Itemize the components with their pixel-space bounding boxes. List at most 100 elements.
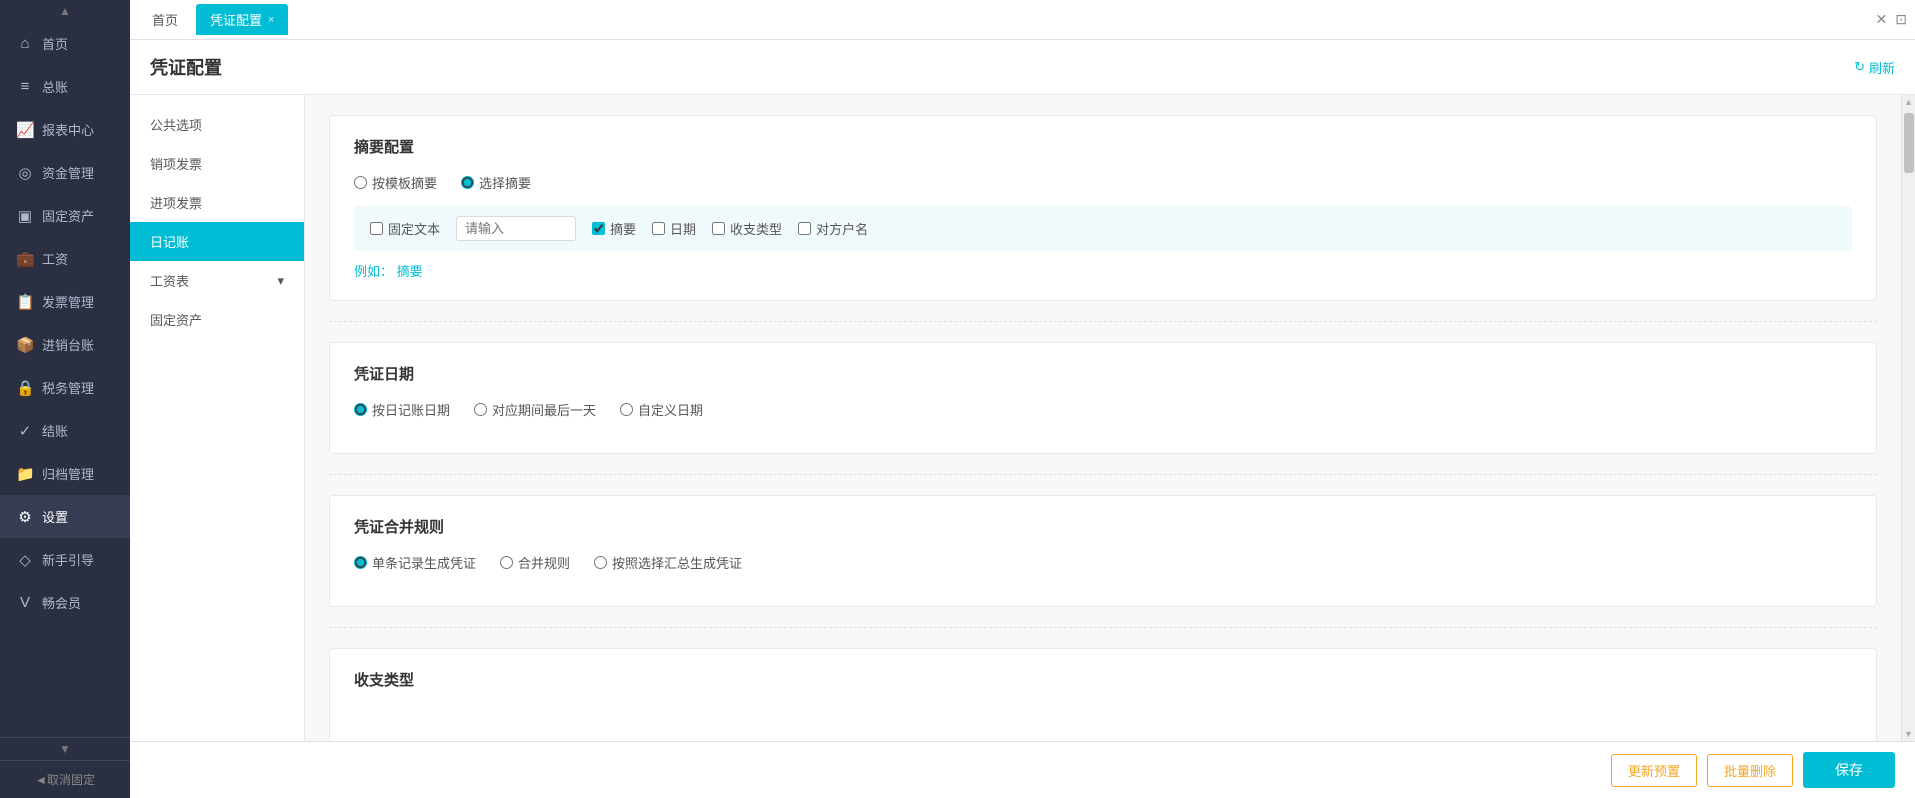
page-header: 凭证配置 ↻ 刷新: [130, 40, 1915, 95]
checkbox-income-type[interactable]: 收支类型: [712, 219, 782, 238]
checkbox-date-input[interactable]: [652, 222, 665, 235]
sidebar-item-purchase-sale[interactable]: 📦 进销台账: [0, 323, 130, 366]
sidebar-item-home[interactable]: ⌂ 首页: [0, 22, 130, 65]
sidebar-bottom: ▼ ◄ 取消固定: [0, 737, 130, 798]
ledger-icon: ≡: [16, 78, 34, 95]
window-restore-btn[interactable]: ⊡: [1895, 11, 1907, 28]
nav-item-purchase-invoice[interactable]: 进项发票: [130, 183, 304, 222]
guide-icon: ◇: [16, 551, 34, 569]
tax-icon: 🔒: [16, 379, 34, 397]
summary-radio-group: 按模板摘要 选择摘要: [354, 173, 1852, 192]
radio-journal-date[interactable]: 按日记账日期: [354, 400, 450, 419]
radio-last-day[interactable]: 对应期间最后一天: [474, 400, 596, 419]
scroll-down-arrow[interactable]: ▼: [1902, 727, 1915, 741]
batch-delete-btn[interactable]: 批量删除: [1707, 754, 1793, 787]
divider-2: [329, 474, 1877, 475]
sidebar-scroll-up[interactable]: ▲: [0, 0, 130, 22]
radio-template[interactable]: 按模板摘要: [354, 173, 437, 192]
tab-actions: ✕ ⊡: [1876, 11, 1907, 28]
checkbox-counterpart[interactable]: 对方户名: [798, 219, 868, 238]
checkbox-income-type-input[interactable]: [712, 222, 725, 235]
sidebar-scroll-down[interactable]: ▼: [0, 738, 130, 760]
radio-journal-date-input[interactable]: [354, 403, 367, 416]
fixed-asset-icon: ▣: [16, 207, 34, 225]
save-btn[interactable]: 保存: [1803, 752, 1895, 788]
sidebar-item-fund[interactable]: ◎ 资金管理: [0, 151, 130, 194]
radio-select[interactable]: 选择摘要: [461, 173, 531, 192]
home-icon: ⌂: [16, 35, 34, 52]
summary-config-section: 摘要配置 按模板摘要 选择摘要: [329, 115, 1877, 301]
left-nav: 公共选项 销项发票 进项发票 日记账 工资表 ▾ 固定资产: [130, 95, 305, 741]
scrollbar: ▲ ▼: [1901, 95, 1915, 741]
checkbox-summary[interactable]: 摘要: [592, 219, 636, 238]
update-preview-btn[interactable]: 更新预置: [1611, 754, 1697, 787]
nav-item-payroll[interactable]: 工资表 ▾: [130, 261, 304, 300]
sidebar-item-tax[interactable]: 🔒 税务管理: [0, 366, 130, 409]
example-text: 例如： 摘要: [354, 261, 1852, 280]
sidebar-item-report[interactable]: 📈 报表中心: [0, 108, 130, 151]
radio-select-input[interactable]: [461, 176, 474, 189]
nav-item-fixed-asset[interactable]: 固定资产: [130, 300, 304, 339]
radio-last-day-input[interactable]: [474, 403, 487, 416]
divider-1: [329, 321, 1877, 322]
closing-icon: ✓: [16, 422, 34, 440]
sidebar-item-archive[interactable]: 📁 归档管理: [0, 452, 130, 495]
checkbox-summary-input[interactable]: [592, 222, 605, 235]
tab-bar: 首页 凭证配置 × ✕ ⊡: [130, 0, 1915, 40]
checkbox-counterpart-input[interactable]: [798, 222, 811, 235]
refresh-btn[interactable]: ↻ 刷新: [1854, 58, 1895, 77]
tab-close-btn[interactable]: ×: [268, 14, 274, 26]
sidebar-item-vip[interactable]: V 畅会员: [0, 581, 130, 624]
nav-item-journal[interactable]: 日记账: [130, 222, 304, 261]
nav-item-sales-invoice[interactable]: 销项发票: [130, 144, 304, 183]
checkbox-date[interactable]: 日期: [652, 219, 696, 238]
sidebar-item-invoice-mgmt[interactable]: 📋 发票管理: [0, 280, 130, 323]
report-icon: 📈: [16, 121, 34, 139]
sidebar-item-closing[interactable]: ✓ 结账: [0, 409, 130, 452]
sidebar-item-fixed-asset[interactable]: ▣ 固定资产: [0, 194, 130, 237]
checkbox-fixed-text[interactable]: 固定文本: [370, 219, 440, 238]
radio-single-input[interactable]: [354, 556, 367, 569]
radio-custom-input[interactable]: [620, 403, 633, 416]
radio-select-summary-input[interactable]: [594, 556, 607, 569]
checkbox-row: 固定文本 摘要 日期 收支类型: [354, 206, 1852, 251]
nav-item-public[interactable]: 公共选项: [130, 105, 304, 144]
purchase-sale-icon: 📦: [16, 336, 34, 354]
merge-rules-title: 凭证合并规则: [354, 516, 1852, 537]
settings-icon: ⚙: [16, 508, 34, 526]
main-area: 首页 凭证配置 × ✕ ⊡ 凭证配置 ↻ 刷新 公共选项 销项发票 进: [130, 0, 1915, 798]
page-title: 凭证配置: [150, 54, 222, 80]
sidebar-item-settings[interactable]: ⚙ 设置: [0, 495, 130, 538]
tab-home[interactable]: 首页: [138, 4, 192, 35]
summary-config-title: 摘要配置: [354, 136, 1852, 157]
scroll-thumb[interactable]: [1904, 113, 1914, 173]
radio-merge-input[interactable]: [500, 556, 513, 569]
right-content: 摘要配置 按模板摘要 选择摘要: [305, 95, 1901, 741]
invoice-mgmt-icon: 📋: [16, 293, 34, 311]
sidebar: ▲ ⌂ 首页 ≡ 总账 📈 报表中心 ◎ 资金管理 ▣ 固定资产 💼 工资 📋 …: [0, 0, 130, 798]
tab-voucher-config[interactable]: 凭证配置 ×: [196, 4, 288, 35]
income-type-section: 收支类型: [329, 648, 1877, 741]
radio-custom[interactable]: 自定义日期: [620, 400, 703, 419]
radio-select-summary[interactable]: 按照选择汇总生成凭证: [594, 553, 742, 572]
sidebar-item-salary[interactable]: 💼 工资: [0, 237, 130, 280]
bottom-bar: 更新预置 批量删除 保存: [130, 741, 1915, 798]
arrow-right-icon: ▾: [277, 273, 284, 289]
sidebar-item-ledger[interactable]: ≡ 总账: [0, 65, 130, 108]
merge-rules-section: 凭证合并规则 单条记录生成凭证 合并规则 按照选择汇总生成凭证: [329, 495, 1877, 607]
salary-icon: 💼: [16, 250, 34, 268]
fixed-text-input[interactable]: [456, 216, 576, 241]
sidebar-item-guide[interactable]: ◇ 新手引导: [0, 538, 130, 581]
refresh-icon: ↻: [1854, 59, 1865, 75]
radio-single[interactable]: 单条记录生成凭证: [354, 553, 476, 572]
income-type-title: 收支类型: [354, 669, 1852, 690]
radio-template-input[interactable]: [354, 176, 367, 189]
vip-icon: V: [16, 594, 34, 611]
radio-merge[interactable]: 合并规则: [500, 553, 570, 572]
checkbox-fixed-text-input[interactable]: [370, 222, 383, 235]
scroll-up-arrow[interactable]: ▲: [1902, 95, 1915, 109]
divider-3: [329, 627, 1877, 628]
archive-icon: 📁: [16, 465, 34, 483]
cancel-fixed-btn[interactable]: ◄ 取消固定: [0, 760, 130, 798]
window-close-btn[interactable]: ✕: [1876, 11, 1888, 28]
